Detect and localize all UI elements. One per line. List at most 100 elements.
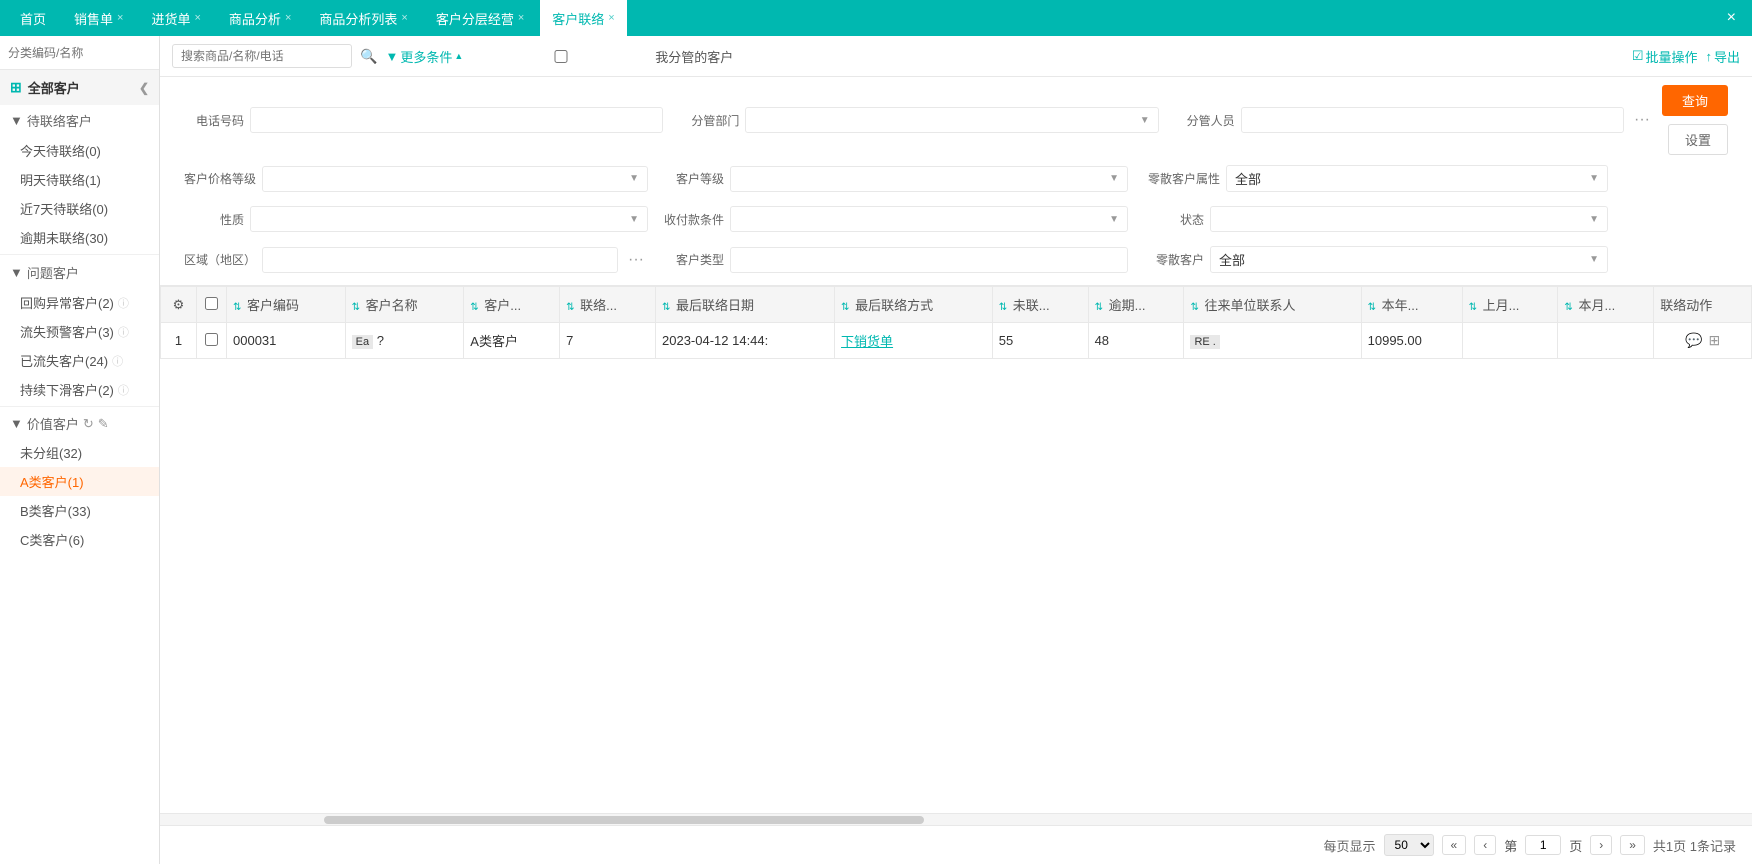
filter-row-2: 客户价格等级 ▼ 客户等级 ▼ 零散客户属性 全部	[176, 161, 1736, 196]
filter-retail-attr: 零散客户属性 全部 ▼	[1136, 161, 1616, 196]
close-product-analysis-icon[interactable]: ×	[285, 12, 291, 24]
sidebar-item-churned[interactable]: 已流失客户(24) ⓘ	[0, 346, 159, 375]
nav-customer-segment[interactable]: 客户分层经营 ×	[424, 0, 536, 36]
gear-icon[interactable]: ⚙	[173, 297, 185, 312]
last-date-value: 2023-04-12 14:44:	[662, 333, 768, 348]
th-last-month: ⇅ 上月...	[1462, 287, 1558, 323]
last-page-button[interactable]: »	[1620, 835, 1645, 855]
settings-button[interactable]: 设置	[1668, 124, 1728, 155]
batch-icon: ☑	[1632, 48, 1644, 64]
sidebar-item-repurchase-abnormal[interactable]: 回购异常客户(2) ⓘ	[0, 288, 159, 317]
th-this-month: ⇅ 本月...	[1558, 287, 1654, 323]
sidebar-item-7days[interactable]: 近7天待联络(0)	[0, 194, 159, 223]
search-input[interactable]	[172, 44, 352, 68]
more-filter-button[interactable]: ▼ 更多条件 ▲	[385, 47, 463, 66]
dept-select[interactable]: ▼	[745, 107, 1158, 133]
table-row: 1 000031 Ea ? A类客户	[161, 323, 1752, 359]
arrow-problem-icon: ▼	[10, 265, 23, 280]
close-all-button[interactable]: ×	[1719, 9, 1744, 27]
sidebar-item-ungroup[interactable]: 未分组(32)	[0, 438, 159, 467]
close-customer-contact-icon[interactable]: ×	[608, 12, 614, 24]
page-size-select[interactable]: 50 100 200	[1384, 834, 1434, 856]
select-all-checkbox[interactable]	[205, 297, 218, 310]
last-method-value[interactable]: 下销货单	[841, 334, 893, 349]
customer-type-label: 客户类型	[664, 251, 724, 268]
nav-purchase[interactable]: 进货单 ×	[139, 0, 212, 36]
nav-product-analysis[interactable]: 商品分析 ×	[217, 0, 303, 36]
sidebar-item-class-c[interactable]: C类客户(6)	[0, 525, 159, 554]
close-sales-icon[interactable]: ×	[117, 12, 123, 24]
export-button[interactable]: ↑ 导出	[1705, 47, 1740, 66]
manager-dots-button[interactable]: ···	[1630, 111, 1654, 129]
sidebar-search-input[interactable]	[8, 46, 160, 60]
close-purchase-icon[interactable]: ×	[194, 12, 200, 24]
th-action: 联络动作	[1654, 287, 1752, 323]
th-type: ⇅ 客户...	[464, 287, 560, 323]
info-icon-4: ⓘ	[118, 382, 129, 398]
edit-icon[interactable]: ✎	[98, 416, 109, 432]
overdue-sort-icon: ⇅	[1095, 302, 1103, 313]
manager-input[interactable]	[1241, 107, 1624, 133]
region-input[interactable]	[262, 247, 618, 273]
customer-type-input[interactable]	[730, 247, 1128, 273]
nature-select[interactable]: ▼	[250, 206, 648, 232]
qrcode-icon[interactable]: ⊞	[1708, 332, 1720, 349]
nav-customer-contact[interactable]: 客户联络 ×	[540, 0, 626, 36]
churned-label: 已流失客户(24)	[20, 351, 108, 370]
price-level-select[interactable]: ▼	[262, 166, 648, 192]
class-c-label: C类客户(6)	[20, 533, 84, 548]
horizontal-scrollbar[interactable]	[324, 816, 924, 824]
retail-customer-select[interactable]: 全部 ▼	[1210, 246, 1608, 273]
customer-type-value: A类客户	[470, 334, 518, 349]
export-icon: ↑	[1705, 49, 1712, 64]
sidebar-item-churn-warning[interactable]: 流失预警客户(3) ⓘ	[0, 317, 159, 346]
nav-product-analysis-list[interactable]: 商品分析列表 ×	[307, 0, 419, 36]
retail-attr-select[interactable]: 全部 ▼	[1226, 165, 1608, 192]
sidebar-item-overdue[interactable]: 逾期未联络(30)	[0, 223, 159, 252]
right-actions: ☑ 批量操作 ↑ 导出	[1632, 47, 1740, 66]
customer-level-select[interactable]: ▼	[730, 166, 1128, 192]
th-contact-label: 联络...	[580, 298, 617, 313]
th-check[interactable]	[197, 287, 227, 323]
nav-sales[interactable]: 销售单 ×	[62, 0, 135, 36]
my-customer-checkbox-label[interactable]: 我分管的客户	[471, 47, 733, 66]
query-button[interactable]: 查询	[1662, 85, 1728, 116]
reload-icon[interactable]: ↻	[83, 416, 94, 432]
my-customer-checkbox[interactable]	[471, 50, 651, 63]
close-customer-segment-icon[interactable]: ×	[518, 12, 524, 24]
sidebar-section-pending[interactable]: ▼ 待联络客户	[0, 105, 159, 136]
td-check[interactable]	[197, 323, 227, 359]
pagination-bar: 每页显示 50 100 200 « ‹ 第 页 › » 共1页 1条记录	[160, 825, 1752, 864]
next-page-button[interactable]: ›	[1590, 835, 1612, 855]
filter-search-icon[interactable]: 🔍	[360, 48, 377, 65]
sidebar-collapse-icon[interactable]: ❮	[139, 81, 149, 95]
th-gear[interactable]: ⚙	[161, 287, 197, 323]
page-input[interactable]	[1525, 835, 1561, 855]
nav-sales-label: 销售单	[74, 9, 113, 28]
batch-op-button[interactable]: ☑ 批量操作	[1632, 47, 1698, 66]
status-select[interactable]: ▼	[1210, 206, 1608, 232]
last-month-sort-icon: ⇅	[1469, 302, 1477, 313]
sidebar-item-class-a[interactable]: A类客户(1)	[0, 467, 159, 496]
td-last-date: 2023-04-12 14:44:	[656, 323, 835, 359]
th-name-label: 客户名称	[366, 298, 418, 313]
sidebar-item-class-b[interactable]: B类客户(33)	[0, 496, 159, 525]
region-dots-button[interactable]: ···	[624, 251, 648, 269]
prev-page-button[interactable]: ‹	[1474, 835, 1496, 855]
row-checkbox[interactable]	[205, 333, 218, 346]
comment-icon[interactable]: 💬	[1685, 332, 1702, 349]
sidebar-item-declining[interactable]: 持续下滑客户(2) ⓘ	[0, 375, 159, 404]
th-this-year: ⇅ 本年...	[1361, 287, 1462, 323]
payment-select[interactable]: ▼	[730, 206, 1128, 232]
nav-customer-contact-label: 客户联络	[552, 9, 604, 28]
filter-row-1: 电话号码 分管部门 ▼ 分管人员 ··· 查询 设置	[176, 85, 1736, 155]
sidebar-section-problem[interactable]: ▼ 问题客户	[0, 257, 159, 288]
phone-input[interactable]	[250, 107, 663, 133]
retail-customer-value: 全部	[1219, 250, 1245, 269]
first-page-button[interactable]: «	[1442, 835, 1467, 855]
sidebar-item-today[interactable]: 今天待联络(0)	[0, 136, 159, 165]
sidebar-item-tomorrow[interactable]: 明天待联络(1)	[0, 165, 159, 194]
nav-home[interactable]: 首页	[8, 0, 58, 36]
close-product-analysis-list-icon[interactable]: ×	[401, 12, 407, 24]
all-customers-header: ⊞ 全部客户 ❮	[0, 70, 159, 105]
